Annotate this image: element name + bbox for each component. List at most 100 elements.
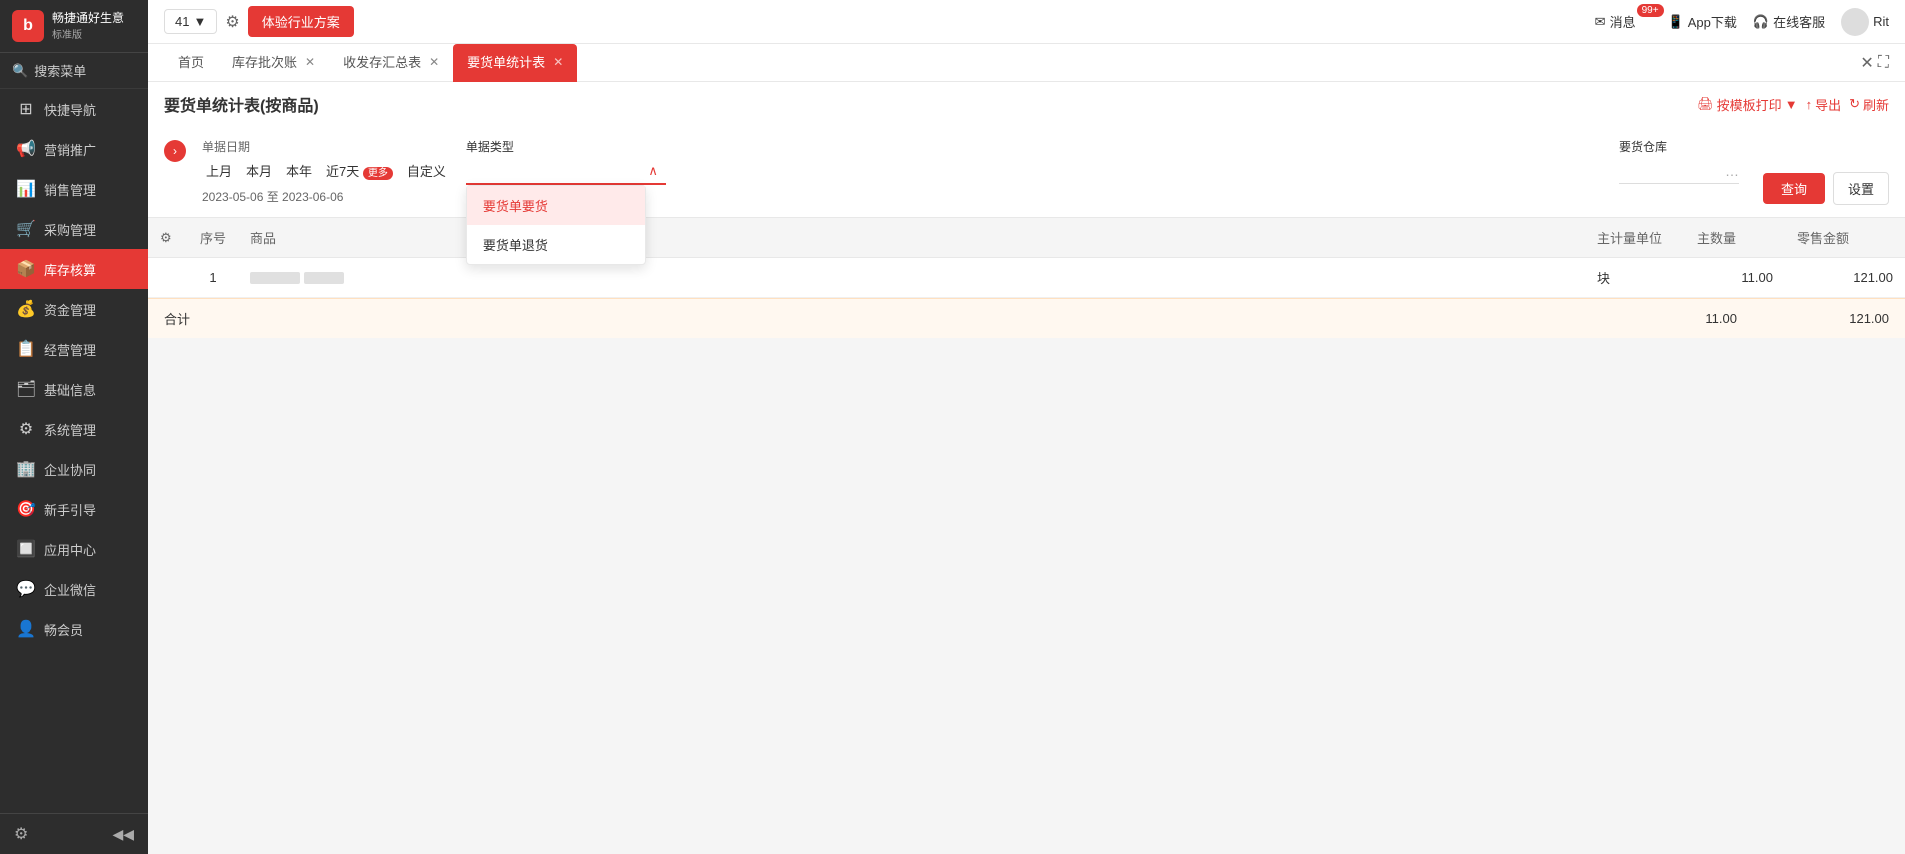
date-preset-this-month[interactable]: 本月 xyxy=(242,159,276,182)
messages-label: 消息 xyxy=(1610,12,1636,31)
date-preset-this-year[interactable]: 本年 xyxy=(282,159,316,182)
sidebar-item-operations[interactable]: 📋 经营管理 xyxy=(0,329,148,369)
sidebar-item-quick-nav[interactable]: ⊞ 快捷导航 xyxy=(0,89,148,129)
trial-btn[interactable]: 体验行业方案 xyxy=(248,6,354,37)
row-qty: 11.00 xyxy=(1685,258,1785,298)
query-btn[interactable]: 查询 xyxy=(1763,173,1825,204)
dropdown-item-order-request[interactable]: 要货单要货 xyxy=(467,186,645,225)
tab-inventory-batch-close[interactable]: ✕ xyxy=(305,55,315,69)
sidebar-item-wechat[interactable]: 💬 企业微信 xyxy=(0,569,148,609)
sidebar-item-finance[interactable]: 💰 资金管理 xyxy=(0,289,148,329)
filter-expand-btn[interactable]: › xyxy=(164,140,186,162)
filter-section: › 单据日期 上月 本月 本年 近7天 更多 自定义 2023-05-06 至 … xyxy=(148,126,1905,218)
app-download-btn[interactable]: 📱 App下载 xyxy=(1668,12,1737,31)
sidebar-item-system[interactable]: ⚙ 系统管理 xyxy=(0,409,148,449)
tab-home[interactable]: 首页 xyxy=(164,44,218,82)
topbar-settings-icon[interactable]: ⚙ xyxy=(225,12,239,32)
refresh-btn[interactable]: ↻ 刷新 xyxy=(1849,95,1889,114)
enterprise-icon: 🏢 xyxy=(16,459,36,479)
tabs-controls: ✕ ⛶ xyxy=(1860,53,1889,73)
page-title: 要货单统计表(按商品) xyxy=(164,92,319,116)
sidebar-footer: ⚙ ◀◀ xyxy=(0,813,148,854)
app-download-label: App下载 xyxy=(1688,12,1737,31)
dropdown-item-order-return[interactable]: 要货单退货 xyxy=(467,225,645,264)
print-icon: 🖨 xyxy=(1697,96,1714,112)
sidebar-item-sales[interactable]: 📊 销售管理 xyxy=(0,169,148,209)
type-filter-select[interactable]: ∧ 要货单要货 要货单退货 xyxy=(466,159,666,185)
setting-btn[interactable]: 设置 xyxy=(1833,172,1889,205)
row-product xyxy=(238,258,1585,298)
sidebar-item-label: 企业协同 xyxy=(44,460,96,479)
sidebar-item-label: 营销推广 xyxy=(44,140,96,159)
col-header-amount: 零售金额 xyxy=(1785,218,1905,258)
sidebar-header: b 畅捷通好生意 标准版 xyxy=(0,0,148,53)
store-selector[interactable]: 41 ▼ xyxy=(164,9,217,34)
sidebar-item-newbie[interactable]: 🎯 新手引导 xyxy=(0,489,148,529)
sidebar-item-basics[interactable]: 🗂 基础信息 xyxy=(0,369,148,409)
messages-badge: 99+ xyxy=(1637,4,1664,17)
tab-receive-send[interactable]: 收发存汇总表 ✕ xyxy=(329,44,453,82)
newbie-icon: 🎯 xyxy=(16,499,36,519)
date-preset-custom[interactable]: 自定义 xyxy=(403,159,450,182)
sidebar-item-label: 经营管理 xyxy=(44,340,96,359)
sidebar-item-label: 基础信息 xyxy=(44,380,96,399)
date-more-badge: 更多 xyxy=(363,167,393,180)
inventory-icon: 📦 xyxy=(16,259,36,279)
table-section: ⚙ 序号 商品 主计量单位 主数量 零售金额 1 xyxy=(148,218,1905,298)
search-menu[interactable]: 🔍 搜索菜单 xyxy=(0,53,148,89)
col-settings-icon[interactable]: ⚙ xyxy=(160,230,172,245)
messages-btn[interactable]: ✉ 消息 99+ xyxy=(1595,12,1652,31)
tab-order-stats-label: 要货单统计表 xyxy=(467,52,545,71)
type-filter-label: 单据类型 xyxy=(466,138,666,155)
tab-expand-btn[interactable]: ⛶ xyxy=(1878,53,1889,73)
online-service-label: 在线客服 xyxy=(1773,12,1825,31)
topbar-right: ✉ 消息 99+ 📱 App下载 🎧 在线客服 Rit xyxy=(1595,8,1889,36)
tab-order-stats-close[interactable]: ✕ xyxy=(553,55,563,69)
tabs-bar: 首页 库存批次账 ✕ 收发存汇总表 ✕ 要货单统计表 ✕ ✕ ⛶ xyxy=(148,44,1905,82)
sidebar-item-marketing[interactable]: 📢 营销推广 xyxy=(0,129,148,169)
footer-qty: 11.00 xyxy=(1637,311,1737,326)
filter-actions: 查询 设置 xyxy=(1763,172,1889,205)
date-preset-last-month[interactable]: 上月 xyxy=(202,159,236,182)
sidebar-item-enterprise[interactable]: 🏢 企业协同 xyxy=(0,449,148,489)
print-btn[interactable]: 🖨 按模板打印 ▼ xyxy=(1697,95,1797,114)
sidebar-item-purchase[interactable]: 🛒 采购管理 xyxy=(0,209,148,249)
tab-order-stats[interactable]: 要货单统计表 ✕ xyxy=(453,44,577,82)
store-name: 41 xyxy=(175,14,189,29)
tab-receive-send-close[interactable]: ✕ xyxy=(429,55,439,69)
refresh-icon: ↻ xyxy=(1849,96,1860,112)
sidebar-item-inventory[interactable]: 📦 库存核算 xyxy=(0,249,148,289)
type-dropdown-menu: 要货单要货 要货单退货 xyxy=(466,185,646,265)
system-icon: ⚙ xyxy=(16,419,36,439)
online-service-btn[interactable]: 🎧 在线客服 xyxy=(1753,12,1825,31)
export-btn[interactable]: ↑ 导出 xyxy=(1806,95,1842,114)
warehouse-more-btn[interactable]: … xyxy=(1725,163,1739,179)
tab-receive-send-label: 收发存汇总表 xyxy=(343,52,421,71)
collapse-icon[interactable]: ◀◀ xyxy=(112,826,134,843)
type-select-inner[interactable]: ∧ xyxy=(466,159,666,185)
row-unit: 块 xyxy=(1585,258,1685,298)
sidebar-nav: ⊞ 快捷导航 📢 营销推广 📊 销售管理 🛒 采购管理 📦 库存核算 💰 资金管… xyxy=(0,89,148,813)
headset-icon: 🎧 xyxy=(1753,14,1769,30)
settings-icon[interactable]: ⚙ xyxy=(14,824,28,844)
date-filter-label: 单据日期 xyxy=(202,138,450,155)
sidebar-item-label: 畅会员 xyxy=(44,620,83,639)
sales-icon: 📊 xyxy=(16,179,36,199)
table-footer: 合计 11.00 121.00 xyxy=(148,298,1905,338)
page-title-bar: 要货单统计表(按商品) 🖨 按模板打印 ▼ ↑ 导出 ↻ 刷新 xyxy=(148,82,1905,126)
date-preset-last-7[interactable]: 近7天 更多 xyxy=(322,159,397,182)
sidebar-item-label: 销售管理 xyxy=(44,180,96,199)
tab-inventory-batch[interactable]: 库存批次账 ✕ xyxy=(218,44,329,82)
sidebar-item-label: 库存核算 xyxy=(44,260,96,279)
sidebar-item-member[interactable]: 👤 畅会员 xyxy=(0,609,148,649)
print-dropdown-icon[interactable]: ▼ xyxy=(1785,97,1798,112)
avatar-area[interactable]: Rit xyxy=(1841,8,1889,36)
type-select-value xyxy=(466,164,586,179)
sidebar-item-apps[interactable]: 🔲 应用中心 xyxy=(0,529,148,569)
store-dropdown-icon: ▼ xyxy=(193,14,206,29)
avatar-name: Rit xyxy=(1873,14,1889,29)
warehouse-select[interactable]: … xyxy=(1619,159,1739,184)
tab-close-all-btn[interactable]: ✕ xyxy=(1860,53,1873,73)
tab-home-label: 首页 xyxy=(178,52,204,71)
row-amount: 121.00 xyxy=(1785,258,1905,298)
